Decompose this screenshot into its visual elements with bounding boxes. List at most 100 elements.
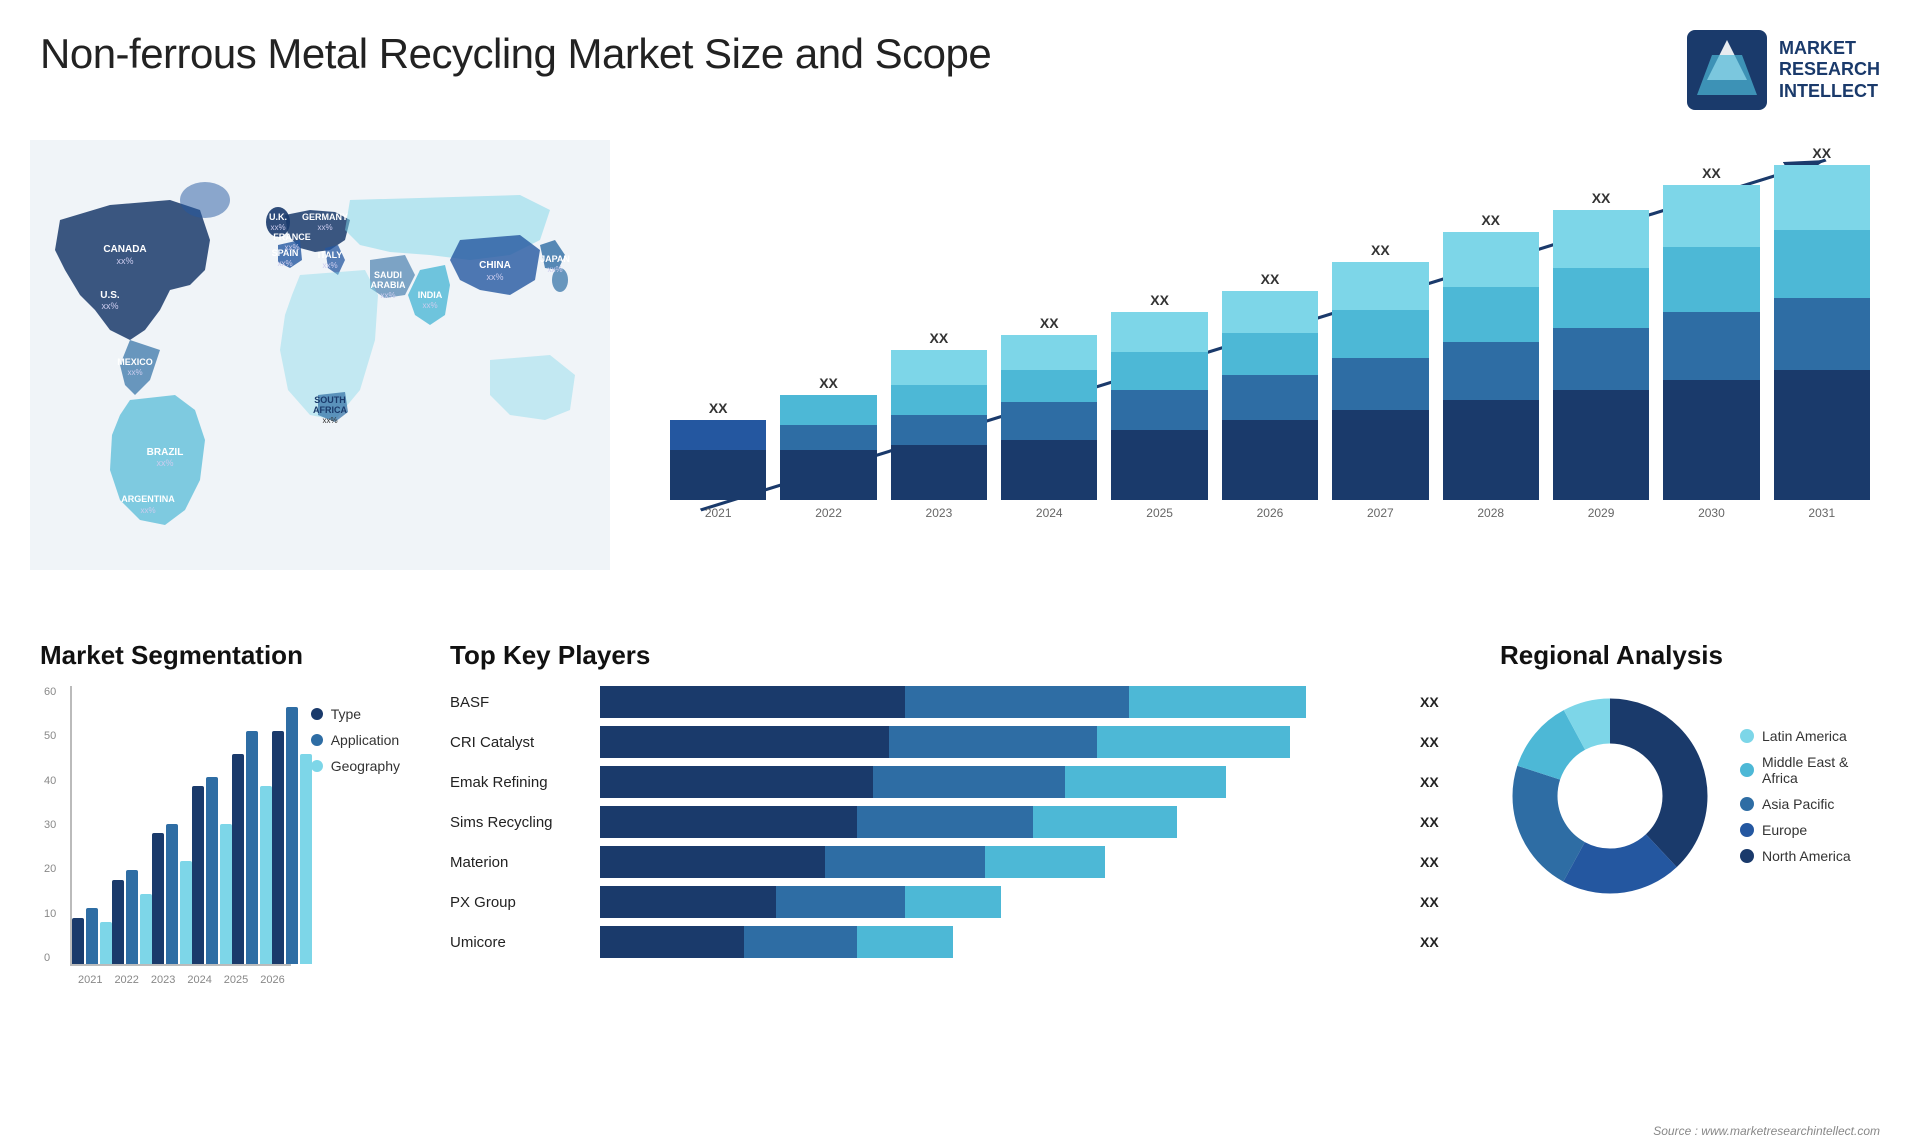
seg-bars-container	[72, 686, 291, 964]
players-section: Top Key Players BASF XX CRI Catalyst	[430, 630, 1470, 1090]
year-2029: 2029	[1588, 506, 1615, 520]
seg-legend: Type Application Geography	[311, 686, 400, 774]
bar-label-2023: XX	[930, 330, 949, 346]
reg-label-latin: Latin America	[1762, 728, 1847, 744]
reg-dot-europe	[1740, 823, 1754, 837]
svg-text:SAUDI: SAUDI	[374, 270, 402, 280]
svg-text:U.S.: U.S.	[100, 290, 120, 301]
bar-chart-section: XX 2021 XX 2022	[620, 120, 1920, 620]
bar-label-2021: XX	[709, 400, 728, 416]
legend-app-label: Application	[331, 732, 400, 748]
logo-line1: MARKET	[1779, 38, 1880, 60]
logo-line2: RESEARCH	[1779, 59, 1880, 81]
player-row-materion: Materion XX	[450, 846, 1450, 878]
seg-group-2023	[152, 824, 192, 964]
regional-section: Regional Analysis Latin America	[1490, 630, 1890, 1090]
legend-app-dot	[311, 734, 323, 746]
players-title: Top Key Players	[450, 640, 1450, 671]
svg-text:xx%: xx%	[486, 272, 503, 282]
player-bar-materion	[600, 846, 1402, 878]
bar-label-2026: XX	[1261, 271, 1280, 287]
player-name-materion: Materion	[450, 854, 590, 871]
segmentation-title: Market Segmentation	[40, 640, 400, 671]
legend-type: Type	[311, 706, 400, 722]
reg-europe: Europe	[1740, 822, 1851, 838]
svg-text:xx%: xx%	[116, 256, 133, 266]
legend-geo-label: Geography	[331, 758, 400, 774]
reg-asia-pacific: Asia Pacific	[1740, 796, 1851, 812]
seg-bar-type	[72, 918, 84, 964]
player-name-cri: CRI Catalyst	[450, 734, 590, 751]
year-2022: 2022	[815, 506, 842, 520]
player-bar-px	[600, 886, 1402, 918]
page-title: Non-ferrous Metal Recycling Market Size …	[40, 30, 991, 78]
logo-text: MARKET RESEARCH INTELLECT	[1779, 38, 1880, 103]
player-name-px: PX Group	[450, 894, 590, 911]
reg-dot-latin	[1740, 729, 1754, 743]
svg-text:xx%: xx%	[140, 506, 155, 515]
player-bar-cri	[600, 726, 1402, 758]
legend-geo-dot	[311, 760, 323, 772]
svg-text:xx%: xx%	[317, 223, 332, 232]
header: Non-ferrous Metal Recycling Market Size …	[0, 0, 1920, 110]
legend-application: Application	[311, 732, 400, 748]
map-section: CANADA xx% U.S. xx% MEXICO xx% BRAZIL xx…	[0, 120, 620, 620]
logo-line3: INTELLECT	[1779, 81, 1880, 103]
player-name-sims: Sims Recycling	[450, 814, 590, 831]
reg-dot-asia	[1740, 797, 1754, 811]
svg-text:ARGENTINA: ARGENTINA	[121, 494, 175, 504]
logo-container: MARKET RESEARCH INTELLECT	[1687, 30, 1880, 110]
player-row-emak: Emak Refining XX	[450, 766, 1450, 798]
bar-label-2024: XX	[1040, 315, 1059, 331]
svg-text:xx%: xx%	[422, 301, 437, 310]
bar-label-2027: XX	[1371, 242, 1390, 258]
section-top: CANADA xx% U.S. xx% MEXICO xx% BRAZIL xx…	[0, 120, 1920, 620]
svg-text:ITALY: ITALY	[318, 250, 343, 260]
regional-title: Regional Analysis	[1500, 640, 1880, 671]
bar-label-2025: XX	[1150, 292, 1169, 308]
players-list: BASF XX CRI Catalyst XX	[450, 686, 1450, 958]
seg-bar-geo	[100, 922, 112, 964]
player-bar-basf	[600, 686, 1402, 718]
svg-text:INDIA: INDIA	[418, 290, 443, 300]
svg-text:JAPAN: JAPAN	[540, 254, 570, 264]
player-row-px: PX Group XX	[450, 886, 1450, 918]
reg-latin-america: Latin America	[1740, 728, 1851, 744]
svg-text:ARABIA: ARABIA	[371, 280, 406, 290]
reg-label-asia: Asia Pacific	[1762, 796, 1834, 812]
svg-text:xx%: xx%	[380, 291, 395, 300]
legend-type-dot	[311, 708, 323, 720]
svg-text:BRAZIL: BRAZIL	[147, 447, 184, 458]
logo-icon	[1687, 30, 1767, 110]
reg-north-america: North America	[1740, 848, 1851, 864]
seg-y-axis: 60 50 40 30 20 10 0	[44, 686, 56, 964]
seg-group-2021	[72, 908, 112, 964]
svg-text:xx%: xx%	[101, 301, 118, 311]
svg-text:xx%: xx%	[127, 368, 142, 377]
year-2027: 2027	[1367, 506, 1394, 520]
svg-text:xx%: xx%	[270, 223, 285, 232]
year-2031: 2031	[1808, 506, 1835, 520]
reg-dot-mea	[1740, 763, 1754, 777]
source-text: Source : www.marketresearchintellect.com	[1653, 1124, 1880, 1138]
player-name-basf: BASF	[450, 694, 590, 711]
svg-text:xx%: xx%	[547, 265, 562, 274]
svg-text:GERMANY: GERMANY	[302, 212, 348, 222]
seg-bar-app	[86, 908, 98, 964]
svg-text:xx%: xx%	[277, 259, 292, 268]
bar-label-2028: XX	[1481, 212, 1500, 228]
year-2023: 2023	[926, 506, 953, 520]
svg-text:U.K.: U.K.	[269, 212, 287, 222]
seg-group-2024	[192, 777, 232, 964]
donut-chart	[1500, 686, 1720, 906]
svg-text:xx%: xx%	[322, 261, 337, 270]
svg-text:MEXICO: MEXICO	[117, 357, 153, 367]
player-row-umicore: Umicore XX	[450, 926, 1450, 958]
player-name-emak: Emak Refining	[450, 774, 590, 791]
player-name-umicore: Umicore	[450, 934, 590, 951]
reg-label-na: North America	[1762, 848, 1851, 864]
seg-group-2025	[232, 731, 272, 964]
segmentation-chart: 60 50 40 30 20 10 0	[40, 686, 400, 966]
legend-geography: Geography	[311, 758, 400, 774]
year-2030: 2030	[1698, 506, 1725, 520]
